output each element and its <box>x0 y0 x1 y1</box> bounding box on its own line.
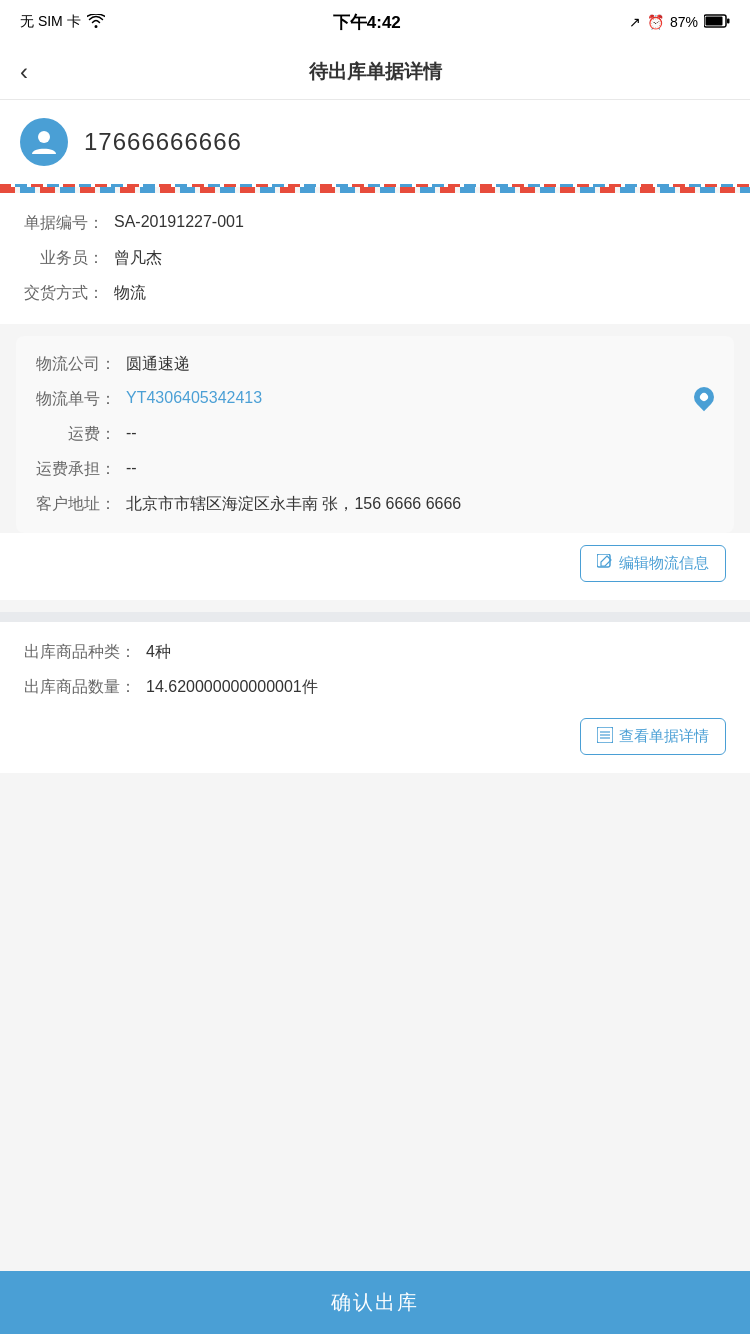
order-no-row: 单据编号： SA-20191227-001 <box>24 213 726 234</box>
product-quantity-row: 出库商品数量： 14.620000000000001件 <box>24 677 726 698</box>
nav-bar: ‹ 待出库单据详情 <box>0 44 750 100</box>
order-no-label: 单据编号： <box>24 213 114 234</box>
freight-bear-value: -- <box>126 459 714 477</box>
back-button[interactable]: ‹ <box>12 50 36 94</box>
confirm-button[interactable]: 确认出库 <box>0 1271 750 1334</box>
edit-logistics-button[interactable]: 编辑物流信息 <box>580 545 726 582</box>
address-label: 客户地址： <box>36 494 126 515</box>
product-types-label: 出库商品种类： <box>24 642 146 663</box>
content-spacer <box>0 785 750 1264</box>
logistics-company-label: 物流公司： <box>36 354 126 375</box>
address-value: 北京市市辖区海淀区永丰南 张，156 6666 6666 <box>126 494 714 515</box>
battery-label: 87% <box>670 14 698 30</box>
location-status-icon: ↗ <box>629 14 641 30</box>
logistics-card: 物流公司： 圆通速递 物流单号： YT43064053424​13 运费： --… <box>16 336 734 533</box>
order-no-value: SA-20191227-001 <box>114 213 726 231</box>
salesman-row: 业务员： 曾凡杰 <box>24 248 726 269</box>
view-details-label: 查看单据详情 <box>619 727 709 746</box>
view-details-row: 查看单据详情 <box>0 718 750 773</box>
customer-phone: 17666666666 <box>84 128 242 156</box>
freight-label: 运费： <box>36 424 126 445</box>
salesman-label: 业务员： <box>24 248 114 269</box>
product-types-value: 4种 <box>146 642 726 663</box>
page-title: 待出库单据详情 <box>309 59 442 85</box>
edit-icon <box>597 554 613 573</box>
freight-row: 运费： -- <box>36 424 714 445</box>
logistics-company-row: 物流公司： 圆通速递 <box>36 354 714 375</box>
status-right: ↗ ⏰ 87% <box>629 14 730 31</box>
tracking-value: YT43064053424​13 <box>126 389 686 407</box>
order-info-section: 单据编号： SA-20191227-001 业务员： 曾凡杰 交货方式： 物流 <box>0 193 750 324</box>
delivery-row: 交货方式： 物流 <box>24 283 726 304</box>
product-types-row: 出库商品种类： 4种 <box>24 642 726 663</box>
delivery-label: 交货方式： <box>24 283 114 304</box>
svg-rect-1 <box>705 16 722 25</box>
edit-logistics-label: 编辑物流信息 <box>619 554 709 573</box>
product-quantity-label: 出库商品数量： <box>24 677 146 698</box>
logistics-company-value: 圆通速递 <box>126 354 714 375</box>
status-bar: 无 SIM 卡 下午4:42 ↗ ⏰ 87% <box>0 0 750 44</box>
list-icon <box>597 727 613 746</box>
product-info-section: 出库商品种类： 4种 出库商品数量： 14.620000000000001件 <box>0 622 750 718</box>
location-icon[interactable] <box>690 383 718 411</box>
freight-value: -- <box>126 424 714 442</box>
section-separator <box>0 612 750 622</box>
freight-bear-label: 运费承担： <box>36 459 126 480</box>
confirm-button-label: 确认出库 <box>331 1291 419 1313</box>
alarm-icon: ⏰ <box>647 14 664 30</box>
salesman-value: 曾凡杰 <box>114 248 726 269</box>
wifi-icon <box>87 14 105 31</box>
delivery-value: 物流 <box>114 283 726 304</box>
edit-button-row: 编辑物流信息 <box>0 533 750 600</box>
freight-bear-row: 运费承担： -- <box>36 459 714 480</box>
address-row: 客户地址： 北京市市辖区海淀区永丰南 张，156 6666 6666 <box>36 494 714 515</box>
view-details-button[interactable]: 查看单据详情 <box>580 718 726 755</box>
tracking-row: 物流单号： YT43064053424​13 <box>36 389 714 410</box>
svg-rect-4 <box>597 554 610 567</box>
avatar <box>20 118 68 166</box>
svg-rect-2 <box>727 18 730 23</box>
status-time: 下午4:42 <box>333 11 401 34</box>
carrier-label: 无 SIM 卡 <box>20 13 81 31</box>
customer-header: 17666666666 <box>0 100 750 187</box>
svg-point-3 <box>38 131 50 143</box>
product-quantity-value: 14.620000000000001件 <box>146 677 726 698</box>
tracking-label: 物流单号： <box>36 389 126 410</box>
battery-icon <box>704 14 730 31</box>
status-left: 无 SIM 卡 <box>20 13 105 31</box>
